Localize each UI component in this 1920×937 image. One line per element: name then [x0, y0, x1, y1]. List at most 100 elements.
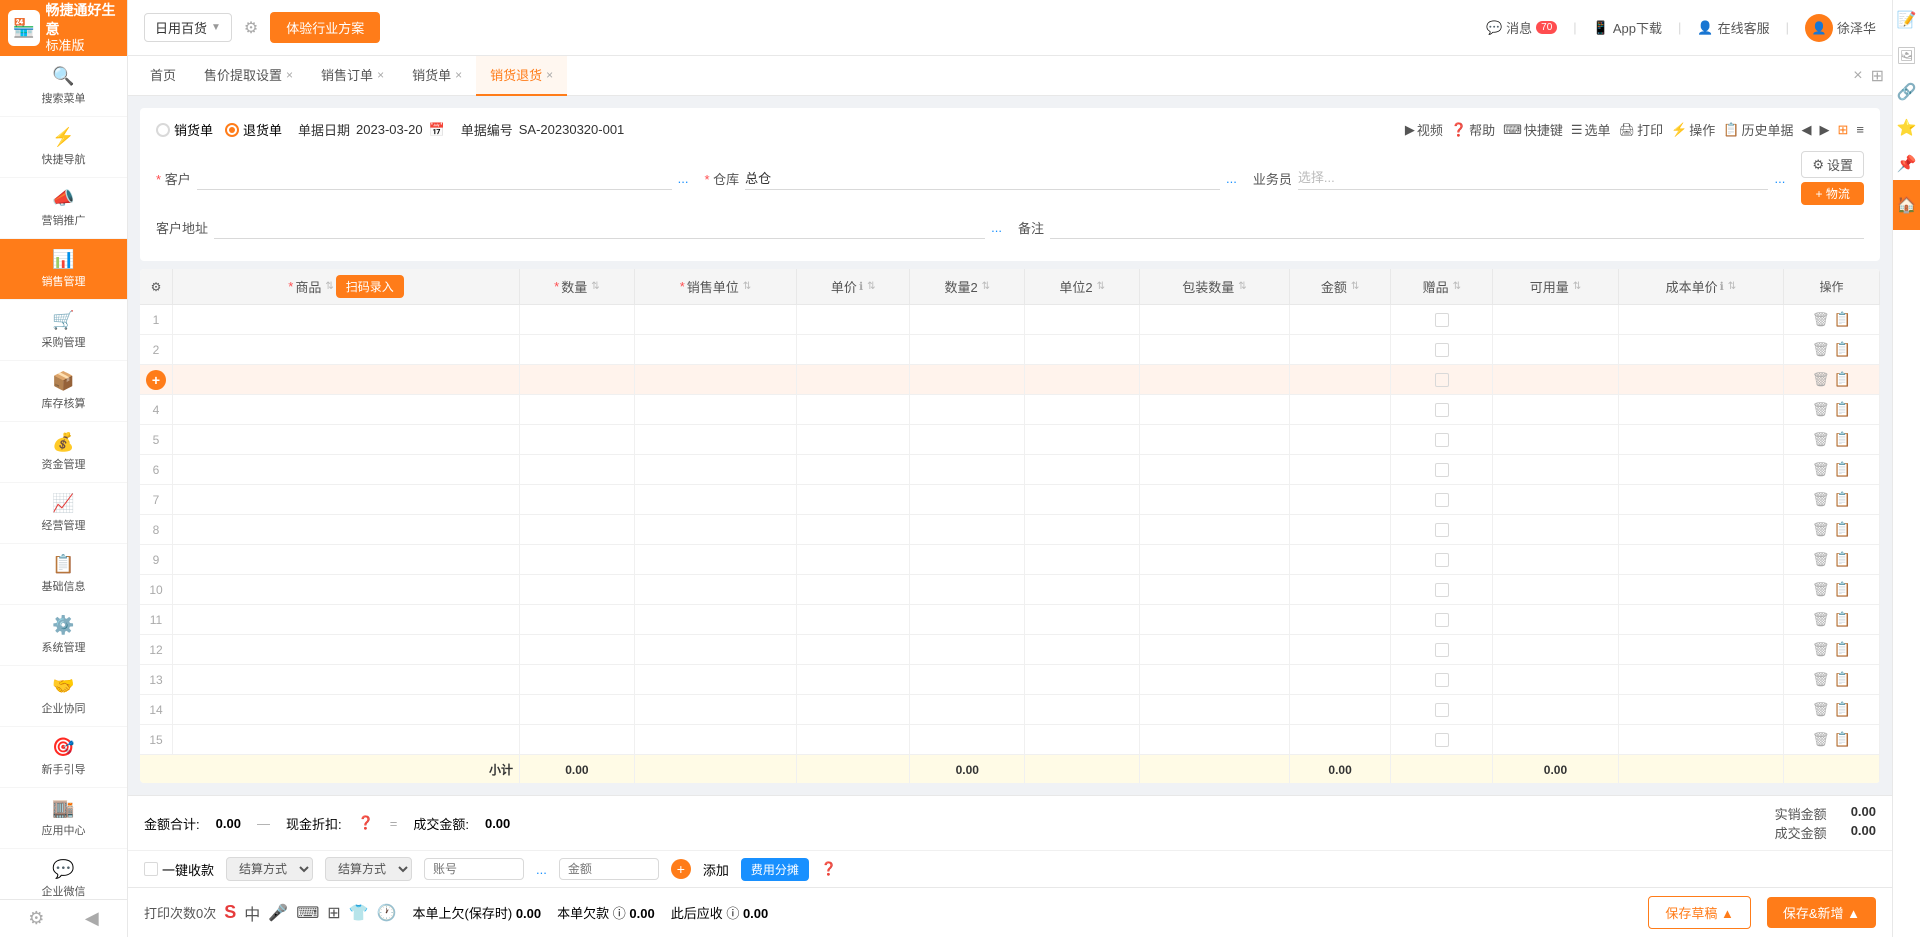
- row-sale-unit-12[interactable]: [634, 635, 796, 665]
- category-select[interactable]: 日用百货 ▼: [144, 13, 232, 42]
- row-product-12[interactable]: [173, 635, 520, 665]
- sale-unit-sort-icon[interactable]: ⇅: [743, 281, 751, 292]
- row-available-9[interactable]: [1493, 545, 1619, 575]
- row-delete-icon-8[interactable]: 🗑: [1812, 521, 1830, 538]
- row-qty-12[interactable]: [520, 635, 635, 665]
- settle-method-select[interactable]: 结算方式: [226, 857, 313, 881]
- row-amount-3[interactable]: [1289, 365, 1391, 395]
- row-qty2-8[interactable]: [910, 515, 1025, 545]
- row-price-13[interactable]: [797, 665, 910, 695]
- row-product-2[interactable]: [173, 335, 520, 365]
- row-delete-icon-1[interactable]: 🗑: [1812, 311, 1830, 328]
- row-product-8[interactable]: [173, 515, 520, 545]
- row-copy-icon-14[interactable]: 📋: [1834, 701, 1851, 718]
- row-gift-9[interactable]: [1391, 545, 1493, 575]
- row-unit2-6[interactable]: [1025, 455, 1140, 485]
- row-available-2[interactable]: [1493, 335, 1619, 365]
- shortcuts-btn[interactable]: ⌨ 快捷键: [1503, 120, 1563, 139]
- row-cost-15[interactable]: [1618, 725, 1783, 755]
- row-pack-qty-6[interactable]: [1140, 455, 1289, 485]
- row-delete-icon-15[interactable]: 🗑: [1812, 731, 1830, 748]
- row-cost-6[interactable]: [1618, 455, 1783, 485]
- user-profile-btn[interactable]: 👤 徐泽华: [1805, 14, 1876, 42]
- radio-sale[interactable]: 销货单: [156, 120, 213, 139]
- row-product-10[interactable]: [173, 575, 520, 605]
- row-copy-icon-5[interactable]: 📋: [1834, 431, 1851, 448]
- row-amount-15[interactable]: [1289, 725, 1391, 755]
- row-copy-icon-3[interactable]: 📋: [1834, 371, 1851, 388]
- row-product-11[interactable]: [173, 605, 520, 635]
- row-copy-icon-12[interactable]: 📋: [1834, 641, 1851, 658]
- row-available-14[interactable]: [1493, 695, 1619, 725]
- qty-sort-icon[interactable]: ⇅: [591, 281, 599, 292]
- row-product-7[interactable]: [173, 485, 520, 515]
- row-pack-qty-15[interactable]: [1140, 725, 1289, 755]
- row-pack-qty-10[interactable]: [1140, 575, 1289, 605]
- row-unit2-9[interactable]: [1025, 545, 1140, 575]
- row-gift-7[interactable]: [1391, 485, 1493, 515]
- row-cost-5[interactable]: [1618, 425, 1783, 455]
- sidebar-item-system[interactable]: ⚙️系统管理: [0, 605, 127, 666]
- row-price-8[interactable]: [797, 515, 910, 545]
- gift-checkbox-15[interactable]: [1435, 733, 1449, 747]
- row-copy-icon-4[interactable]: 📋: [1834, 401, 1851, 418]
- settings-btn[interactable]: ⚙ 设置: [1801, 151, 1864, 178]
- row-product-1[interactable]: [173, 305, 520, 335]
- gift-checkbox-1[interactable]: [1435, 313, 1449, 327]
- row-pack-qty-5[interactable]: [1140, 425, 1289, 455]
- customer-dots[interactable]: ...: [678, 171, 689, 186]
- sidebar-item-shortcut[interactable]: ⚡快捷导航: [0, 117, 127, 178]
- row-sale-unit-5[interactable]: [634, 425, 796, 455]
- row-amount-8[interactable]: [1289, 515, 1391, 545]
- row-price-7[interactable]: [797, 485, 910, 515]
- amount-input[interactable]: [559, 858, 659, 880]
- row-qty-10[interactable]: [520, 575, 635, 605]
- row-available-4[interactable]: [1493, 395, 1619, 425]
- row-price-10[interactable]: [797, 575, 910, 605]
- gift-checkbox-13[interactable]: [1435, 673, 1449, 687]
- sidebar-item-finance[interactable]: 💰资金管理: [0, 422, 127, 483]
- tabbar-maximize-btn[interactable]: ⊞: [1871, 66, 1884, 86]
- pack-sort-icon[interactable]: ⇅: [1238, 281, 1246, 292]
- row-price-5[interactable]: [797, 425, 910, 455]
- row-gift-8[interactable]: [1391, 515, 1493, 545]
- row-amount-5[interactable]: [1289, 425, 1391, 455]
- row-price-2[interactable]: [797, 335, 910, 365]
- row-pack-qty-9[interactable]: [1140, 545, 1289, 575]
- row-qty-5[interactable]: [520, 425, 635, 455]
- account-select[interactable]: 结算方式: [325, 857, 412, 881]
- select-btn[interactable]: ☰ 选单: [1571, 120, 1611, 139]
- tab-close-sale-return[interactable]: ×: [546, 68, 553, 82]
- video-btn[interactable]: ▶ 视频: [1405, 120, 1443, 139]
- row-cost-8[interactable]: [1618, 515, 1783, 545]
- row-product-4[interactable]: [173, 395, 520, 425]
- product-sort-icon[interactable]: ⇅: [325, 281, 333, 292]
- row-sale-unit-11[interactable]: [634, 605, 796, 635]
- gift-checkbox-6[interactable]: [1435, 463, 1449, 477]
- row-qty2-4[interactable]: [910, 395, 1025, 425]
- expense-btn[interactable]: 费用分摊: [741, 858, 809, 881]
- tab-home[interactable]: 首页: [136, 56, 190, 96]
- customer-service-btn[interactable]: 👤 在线客服: [1697, 18, 1769, 37]
- row-qty-4[interactable]: [520, 395, 635, 425]
- row-sale-unit-9[interactable]: [634, 545, 796, 575]
- row-amount-4[interactable]: [1289, 395, 1391, 425]
- tabbar-close-btn[interactable]: ×: [1853, 67, 1862, 85]
- nav-prev-icon[interactable]: ◀: [1802, 122, 1812, 138]
- row-unit2-11[interactable]: [1025, 605, 1140, 635]
- nav-next-icon[interactable]: ▶: [1820, 122, 1830, 138]
- trial-btn[interactable]: 体验行业方案: [270, 12, 380, 43]
- address-dots[interactable]: ...: [991, 220, 1002, 235]
- row-copy-icon-2[interactable]: 📋: [1834, 341, 1851, 358]
- sidebar-item-marketing[interactable]: 📣营销推广: [0, 178, 127, 239]
- amount-sort-icon[interactable]: ⇅: [1351, 281, 1359, 292]
- row-delete-icon-7[interactable]: 🗑: [1812, 491, 1830, 508]
- sidebar-collapse-icon[interactable]: ◀: [85, 908, 99, 929]
- row-delete-icon-13[interactable]: 🗑: [1812, 671, 1830, 688]
- row-cost-4[interactable]: [1618, 395, 1783, 425]
- cost-sort-icon[interactable]: ⇅: [1728, 281, 1736, 292]
- row-copy-icon-15[interactable]: 📋: [1834, 731, 1851, 748]
- row-qty-1[interactable]: [520, 305, 635, 335]
- row-delete-icon-12[interactable]: 🗑: [1812, 641, 1830, 658]
- row-gift-12[interactable]: [1391, 635, 1493, 665]
